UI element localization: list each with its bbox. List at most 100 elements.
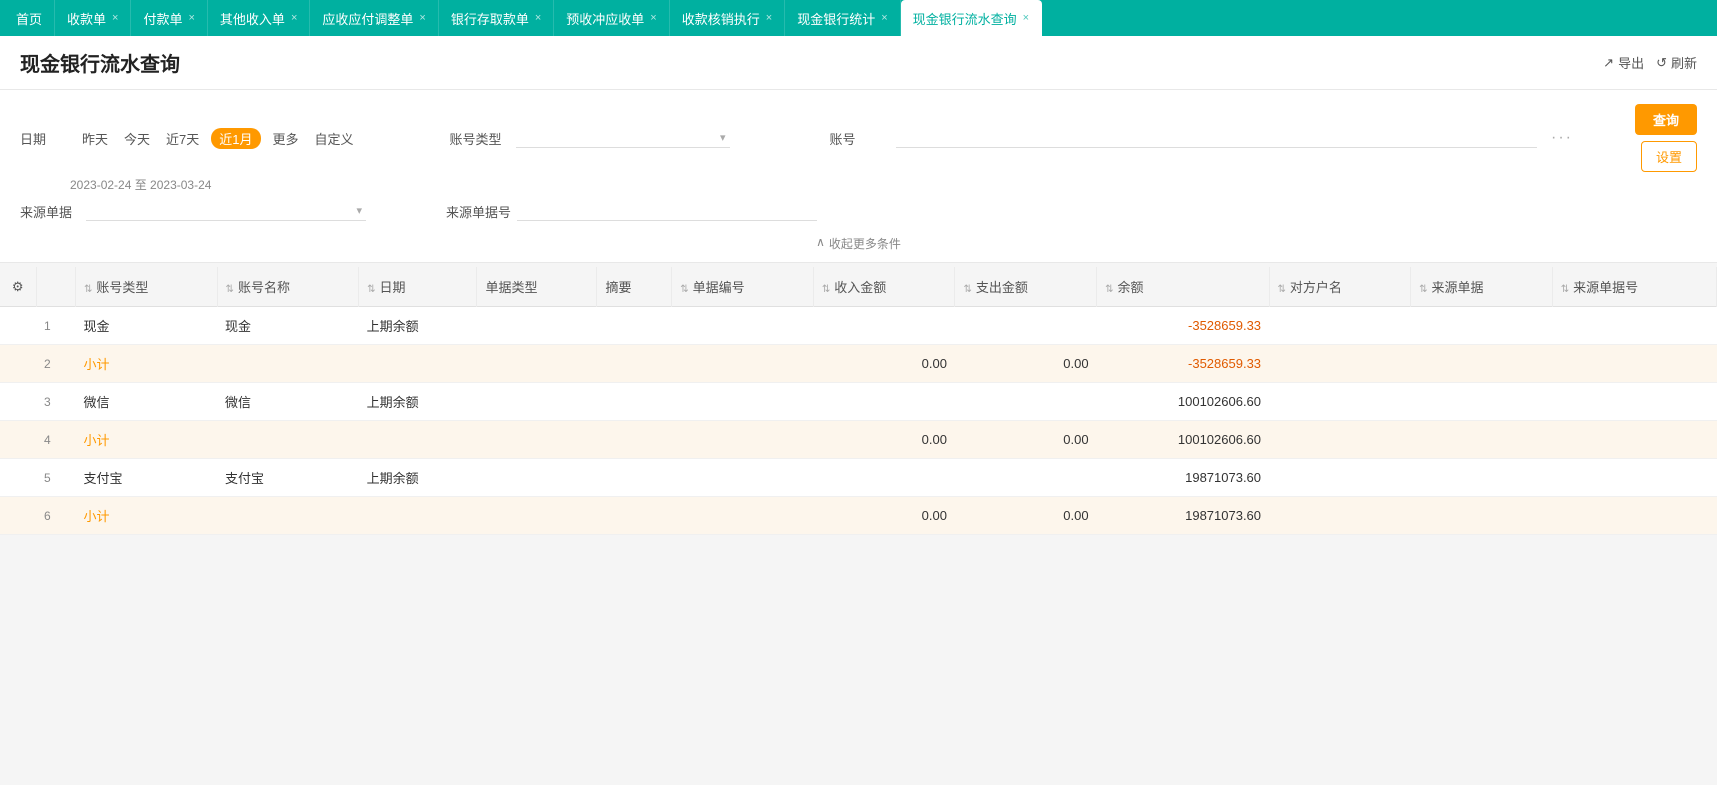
cell-source-doc [1411, 421, 1553, 459]
cell-gear [0, 383, 36, 421]
nav-payments-close[interactable]: × [188, 12, 194, 24]
shortcut-7days[interactable]: 近7天 [162, 128, 203, 149]
account-type-section: 账号类型 ▾ [450, 128, 730, 148]
nav-stats[interactable]: 现金银行统计 × [785, 0, 900, 36]
cell-doc-no [672, 421, 814, 459]
nav-stats-label: 现金银行统计 [797, 9, 875, 28]
nav-prepay-close[interactable]: × [650, 12, 656, 24]
cell-counterpart [1269, 307, 1411, 345]
nav-payments[interactable]: 付款单 × [131, 0, 207, 36]
date-shortcuts: 昨天 今天 近7天 近1月 更多 自定义 [78, 128, 358, 149]
table-row[interactable]: 2 小计 0.00 0.00 -3528659.33 [0, 345, 1717, 383]
source-doc-select-wrapper[interactable]: ▾ [86, 201, 366, 221]
table-row[interactable]: 5 支付宝 支付宝 上期余额 19871073.60 [0, 459, 1717, 497]
refresh-button[interactable]: ↺ 刷新 [1656, 53, 1697, 72]
more-button[interactable]: ··· [1545, 129, 1579, 147]
col-date[interactable]: ⇅日期 [359, 267, 477, 307]
cell-rownum: 3 [36, 383, 75, 421]
cell-account-name [217, 421, 359, 459]
account-type-input[interactable] [516, 128, 716, 147]
collapse-arrow-icon: ∧ [816, 235, 825, 252]
nav-flow-query-label: 现金银行流水查询 [913, 9, 1017, 28]
cell-counterpart [1269, 345, 1411, 383]
cell-summary [597, 307, 672, 345]
cell-expense [955, 383, 1097, 421]
nav-adjustment[interactable]: 应收应付调整单 × [310, 0, 438, 36]
shortcut-custom[interactable]: 自定义 [311, 128, 358, 149]
cell-counterpart [1269, 459, 1411, 497]
cell-expense [955, 307, 1097, 345]
account-type-arrow: ▾ [720, 131, 726, 144]
cell-income: 0.00 [813, 421, 955, 459]
nav-other-income[interactable]: 其他收入单 × [208, 0, 310, 36]
account-type-select-wrapper[interactable]: ▾ [516, 128, 730, 148]
source-doc-no-section: 来源单据号 [446, 201, 817, 221]
cell-summary [597, 459, 672, 497]
table-row[interactable]: 6 小计 0.00 0.00 19871073.60 [0, 497, 1717, 535]
cell-date: 上期余额 [359, 383, 477, 421]
collapse-bar[interactable]: ∧ 收起更多条件 [20, 231, 1697, 254]
col-counterpart[interactable]: ⇅对方户名 [1269, 267, 1411, 307]
cell-account-name [217, 345, 359, 383]
cell-gear [0, 459, 36, 497]
source-doc-no-input[interactable] [517, 201, 817, 221]
sort-source-doc: ⇅ [1419, 284, 1427, 295]
nav-adjustment-close[interactable]: × [419, 12, 425, 24]
col-source-doc-no[interactable]: ⇅来源单据号 [1552, 267, 1716, 307]
cell-doc-type [477, 345, 597, 383]
cell-gear [0, 307, 36, 345]
cell-source-doc [1411, 497, 1553, 535]
shortcut-today[interactable]: 今天 [120, 128, 154, 149]
cell-summary [597, 421, 672, 459]
refresh-icon: ↺ [1656, 55, 1667, 71]
shortcut-more[interactable]: 更多 [269, 128, 303, 149]
nav-receipts[interactable]: 收款单 × [55, 0, 131, 36]
nav-collection-close[interactable]: × [766, 12, 772, 24]
nav-collection[interactable]: 收款核销执行 × [670, 0, 785, 36]
nav-stats-close[interactable]: × [881, 12, 887, 24]
query-button[interactable]: 查询 [1635, 104, 1697, 135]
sort-source-doc-no: ⇅ [1561, 284, 1569, 295]
col-account-type[interactable]: ⇅账号类型 [75, 267, 217, 307]
nav-prepay[interactable]: 预收冲应收单 × [554, 0, 669, 36]
col-income[interactable]: ⇅收入金额 [813, 267, 955, 307]
col-gear[interactable]: ⚙ [0, 267, 36, 307]
col-doc-no[interactable]: ⇅单据编号 [672, 267, 814, 307]
cell-doc-type [477, 307, 597, 345]
cell-doc-type [477, 497, 597, 535]
cell-summary [597, 497, 672, 535]
cell-date [359, 421, 477, 459]
cell-balance: 100102606.60 [1097, 383, 1269, 421]
table-row[interactable]: 1 现金 现金 上期余额 -3528659.33 [0, 307, 1717, 345]
nav-bank-deposit-close[interactable]: × [535, 12, 541, 24]
nav-flow-query[interactable]: 现金银行流水查询 × [901, 0, 1042, 36]
cell-gear [0, 497, 36, 535]
nav-home[interactable]: 首页 [4, 0, 55, 36]
source-doc-input[interactable] [86, 201, 352, 220]
table-row[interactable]: 4 小计 0.00 0.00 100102606.60 [0, 421, 1717, 459]
cell-rownum: 5 [36, 459, 75, 497]
col-source-doc[interactable]: ⇅来源单据 [1411, 267, 1553, 307]
nav-receipts-close[interactable]: × [112, 12, 118, 24]
cell-account-type: 现金 [75, 307, 217, 345]
table-row[interactable]: 3 微信 微信 上期余额 100102606.60 [0, 383, 1717, 421]
col-account-name[interactable]: ⇅账号名称 [217, 267, 359, 307]
cell-doc-no [672, 459, 814, 497]
cell-rownum: 2 [36, 345, 75, 383]
shortcut-yesterday[interactable]: 昨天 [78, 128, 112, 149]
export-icon: ↗ [1603, 55, 1614, 71]
setting-button[interactable]: 设置 [1641, 141, 1697, 172]
nav-flow-query-close[interactable]: × [1023, 12, 1029, 24]
nav-bank-deposit[interactable]: 银行存取款单 × [439, 0, 554, 36]
cell-expense: 0.00 [955, 345, 1097, 383]
col-expense[interactable]: ⇅支出金额 [955, 267, 1097, 307]
shortcut-1month[interactable]: 近1月 [211, 128, 260, 149]
nav-receipts-label: 收款单 [67, 9, 106, 28]
account-label: 账号 [830, 129, 890, 148]
col-balance[interactable]: ⇅余额 [1097, 267, 1269, 307]
cell-doc-no [672, 383, 814, 421]
nav-other-income-close[interactable]: × [291, 12, 297, 24]
account-input[interactable] [896, 128, 1537, 148]
cell-source-doc-no [1552, 307, 1716, 345]
export-button[interactable]: ↗ 导出 [1603, 53, 1644, 72]
